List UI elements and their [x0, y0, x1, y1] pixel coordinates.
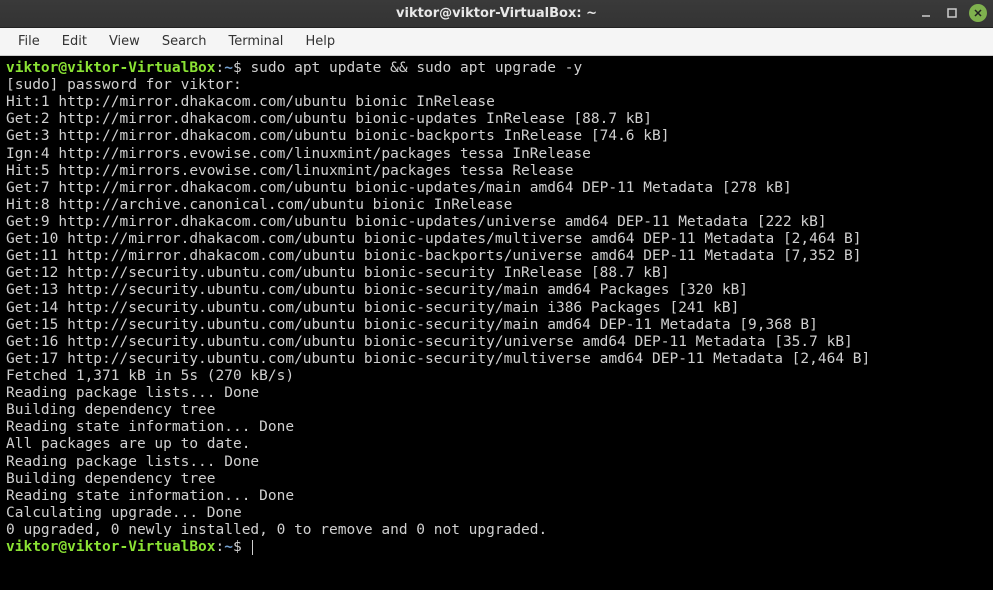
output-line: All packages are up to date.	[6, 436, 987, 453]
prompt-separator: :	[216, 539, 225, 555]
terminal-content[interactable]: viktor@viktor-VirtualBox:~$ sudo apt upd…	[0, 56, 993, 590]
output-line: Reading package lists... Done	[6, 385, 987, 402]
cursor	[252, 540, 253, 555]
output-line: Get:12 http://security.ubuntu.com/ubuntu…	[6, 265, 987, 282]
output-line: Reading state information... Done	[6, 419, 987, 436]
terminal-output: [sudo] password for viktor:Hit:1 http://…	[6, 77, 987, 539]
output-line: Get:9 http://mirror.dhakacom.com/ubuntu …	[6, 214, 987, 231]
prompt-separator: :	[216, 60, 225, 76]
window-controls	[917, 4, 987, 22]
menu-search[interactable]: Search	[152, 30, 217, 53]
output-line: Building dependency tree	[6, 402, 987, 419]
close-icon	[973, 8, 983, 18]
terminal-window: viktor@viktor-VirtualBox: ~ File Edit Vi…	[0, 0, 993, 590]
prompt-path: ~	[224, 539, 233, 555]
window-title: viktor@viktor-VirtualBox: ~	[396, 6, 597, 21]
prompt-user-host: viktor@viktor-VirtualBox	[6, 539, 216, 555]
output-line: Get:14 http://security.ubuntu.com/ubuntu…	[6, 300, 987, 317]
output-line: Get:15 http://security.ubuntu.com/ubuntu…	[6, 317, 987, 334]
prompt-symbol: $	[233, 60, 242, 76]
output-line: Get:16 http://security.ubuntu.com/ubuntu…	[6, 334, 987, 351]
menu-view[interactable]: View	[99, 30, 150, 53]
output-line: Get:11 http://mirror.dhakacom.com/ubuntu…	[6, 248, 987, 265]
output-line: Ign:4 http://mirrors.evowise.com/linuxmi…	[6, 146, 987, 163]
output-line: Get:13 http://security.ubuntu.com/ubuntu…	[6, 282, 987, 299]
output-line: Get:3 http://mirror.dhakacom.com/ubuntu …	[6, 128, 987, 145]
menubar: File Edit View Search Terminal Help	[0, 28, 993, 56]
output-line: Building dependency tree	[6, 471, 987, 488]
prompt-symbol: $	[233, 539, 242, 555]
output-line: 0 upgraded, 0 newly installed, 0 to remo…	[6, 522, 987, 539]
output-line: Get:10 http://mirror.dhakacom.com/ubuntu…	[6, 231, 987, 248]
command-text: sudo apt update && sudo apt upgrade -y	[250, 60, 582, 76]
output-line: Hit:5 http://mirrors.evowise.com/linuxmi…	[6, 163, 987, 180]
prompt-user-host: viktor@viktor-VirtualBox	[6, 60, 216, 76]
prompt-line: viktor@viktor-VirtualBox:~$ sudo apt upd…	[6, 60, 987, 77]
maximize-button[interactable]	[943, 4, 961, 22]
maximize-icon	[945, 6, 959, 20]
output-line: Get:2 http://mirror.dhakacom.com/ubuntu …	[6, 111, 987, 128]
menu-help[interactable]: Help	[295, 30, 345, 53]
output-line: Fetched 1,371 kB in 5s (270 kB/s)	[6, 368, 987, 385]
titlebar: viktor@viktor-VirtualBox: ~	[0, 0, 993, 28]
minimize-icon	[919, 6, 933, 20]
menu-file[interactable]: File	[8, 30, 50, 53]
minimize-button[interactable]	[917, 4, 935, 22]
output-line: Reading package lists... Done	[6, 454, 987, 471]
output-line: Calculating upgrade... Done	[6, 505, 987, 522]
output-line: [sudo] password for viktor:	[6, 77, 987, 94]
output-line: Get:7 http://mirror.dhakacom.com/ubuntu …	[6, 180, 987, 197]
prompt-line-end: viktor@viktor-VirtualBox:~$	[6, 539, 987, 556]
output-line: Get:17 http://security.ubuntu.com/ubuntu…	[6, 351, 987, 368]
output-line: Hit:1 http://mirror.dhakacom.com/ubuntu …	[6, 94, 987, 111]
menu-edit[interactable]: Edit	[52, 30, 97, 53]
prompt-path: ~	[224, 60, 233, 76]
output-line: Hit:8 http://archive.canonical.com/ubunt…	[6, 197, 987, 214]
output-line: Reading state information... Done	[6, 488, 987, 505]
close-button[interactable]	[969, 4, 987, 22]
menu-terminal[interactable]: Terminal	[218, 30, 293, 53]
